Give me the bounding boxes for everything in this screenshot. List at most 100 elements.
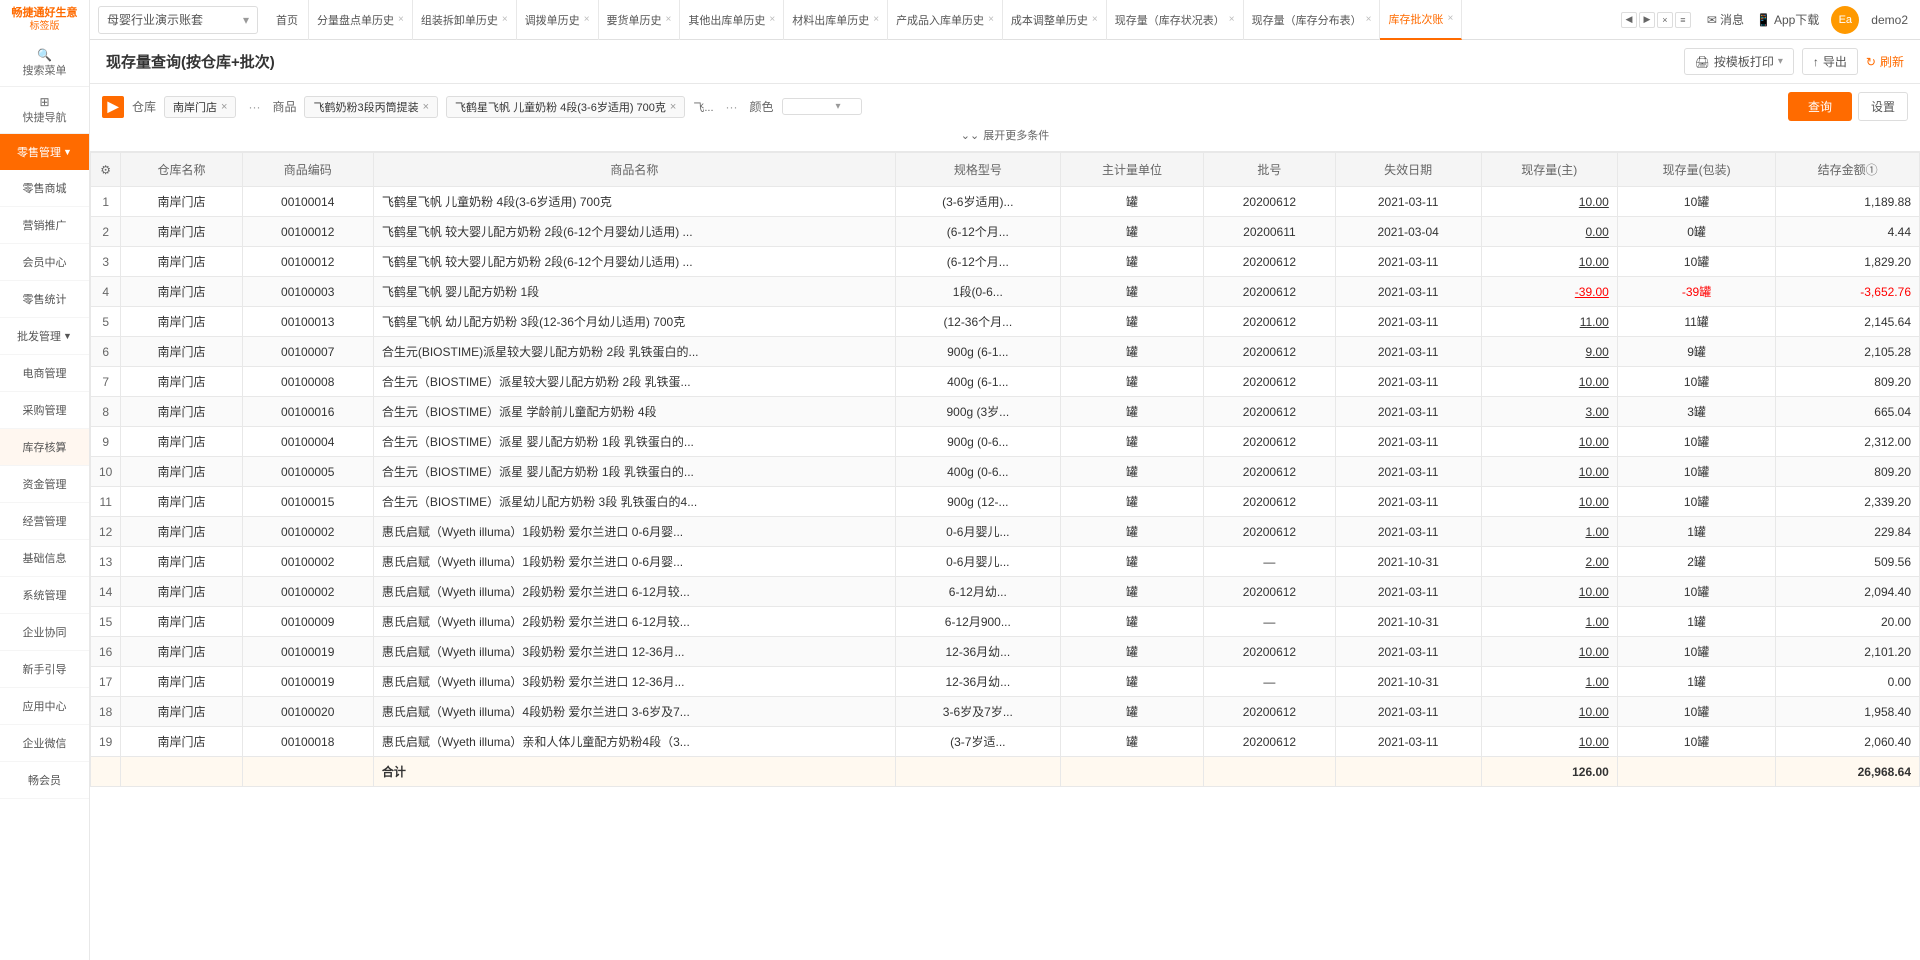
sidebar-item-member2[interactable]: 畅会员 [0,762,89,799]
table-row: 15 南岸门店 00100009 惠氏启赋（Wyeth illuma）2段奶粉 … [91,607,1920,637]
goods-tag-1-text: 飞鹤奶粉3段丙筒提装 [313,99,418,115]
goods-tag-1-close-icon[interactable]: × [423,101,429,113]
col-settings[interactable]: ⚙ [91,153,121,187]
sidebar-item-wholesale[interactable]: 批发管理 ▼ [0,318,89,355]
table-row: 5 南岸门店 00100013 飞鹤星飞帆 幼儿配方奶粉 3段(12-36个月幼… [91,307,1920,337]
print-btn[interactable]: 🖨 按模板打印 ▾ [1684,48,1794,75]
sidebar: 🔍 搜索菜单 ⊞ 快捷导航 零售管理 ▼ 零售商城 营销推广 会员中心 零售统计… [0,40,90,960]
col-unit: 主计量单位 [1060,153,1204,187]
table-row: 9 南岸门店 00100004 合生元（BIOSTIME）派星 婴儿配方奶粉 1… [91,427,1920,457]
sidebar-item-basics[interactable]: 基础信息 [0,540,89,577]
sidebar-item-guide[interactable]: 新手引导 [0,651,89,688]
page-header: 现存量查询(按仓库+批次) 🖨 按模板打印 ▾ ↑ 导出 ↻ 刷新 [90,40,1920,84]
color-select[interactable]: ▾ [782,98,862,115]
app-download-btn[interactable]: 📱 App下载 [1756,11,1819,28]
message-btn[interactable]: ✉ 消息 [1707,11,1744,28]
tab-4[interactable]: 要货单历史 × [599,0,681,40]
color-select-arrow-icon: ▾ [836,101,841,112]
logo-area: 畅捷通好生意 标签版 [0,0,90,40]
sidebar-item-retail-mall[interactable]: 零售商城 [0,170,89,207]
sidebar-item-system[interactable]: 系统管理 [0,577,89,614]
goods-tag-2-close-icon[interactable]: × [670,101,676,113]
tab-close-all-btn[interactable]: × [1657,12,1673,28]
system-label: 系统管理 [23,590,67,602]
table-row: 2 南岸门店 00100012 飞鹤星飞帆 较大婴儿配方奶粉 2段(6-12个月… [91,217,1920,247]
sidebar-item-member[interactable]: 会员中心 [0,244,89,281]
col-expire: 失效日期 [1335,153,1481,187]
sidebar-item-operations[interactable]: 经营管理 [0,503,89,540]
goods-more-icon[interactable]: ··· [722,100,742,114]
sidebar-search[interactable]: 🔍 搜索菜单 [0,40,89,87]
sidebar-quick-nav[interactable]: ⊞ 快捷导航 [0,87,89,134]
marketing-label: 营销推广 [23,220,67,232]
tab-6[interactable]: 材料出库单历史 × [784,0,888,40]
sidebar-item-retail-stats[interactable]: 零售统计 [0,281,89,318]
goods-tag-1[interactable]: 飞鹤奶粉3段丙筒提装 × [304,96,438,118]
basics-label: 基础信息 [23,553,67,565]
refresh-btn[interactable]: ↻ 刷新 [1866,53,1904,70]
settings-col-icon[interactable]: ⚙ [100,163,111,177]
export-icon: ↑ [1813,55,1819,69]
tab-5[interactable]: 其他出库单历史 × [680,0,784,40]
app-icon: 📱 [1756,13,1771,27]
sidebar-item-collab[interactable]: 企业协同 [0,614,89,651]
user-avatar[interactable]: Ea [1831,6,1859,34]
col-amount: 结存金额① [1776,153,1920,187]
table-row: 17 南岸门店 00100019 惠氏启赋（Wyeth illuma）3段奶粉 … [91,667,1920,697]
sidebar-item-retail-mgmt[interactable]: 零售管理 ▼ [0,134,89,170]
sidebar-item-wechat[interactable]: 企业微信 [0,725,89,762]
company-dropdown[interactable]: 母婴行业演示账套 ▾ [98,6,258,34]
tab-home[interactable]: 首页 [266,0,309,40]
sidebar-item-finance[interactable]: 资金管理 [0,466,89,503]
search-button[interactable]: 查询 [1788,92,1852,121]
table-row: 16 南岸门店 00100019 惠氏启赋（Wyeth illuma）3段奶粉 … [91,637,1920,667]
retail-stats-label: 零售统计 [23,294,67,306]
goods-filter-label: 商品 [272,98,296,115]
ecommerce-label: 电商管理 [23,368,67,380]
tab-active[interactable]: 库存批次账 × [1380,0,1462,40]
tab-next-btn[interactable]: ▶ [1639,12,1655,28]
total-amount: 26,968.64 [1776,757,1920,787]
col-name: 商品名称 [373,153,895,187]
table-row: 6 南岸门店 00100007 合生元(BIOSTIME)派星较大婴儿配方奶粉 … [91,337,1920,367]
tab-8[interactable]: 成本调整单历史 × [1003,0,1107,40]
tab-9[interactable]: 现存量（库存状况表） × [1107,0,1244,40]
table-row: 7 南岸门店 00100008 合生元（BIOSTIME）派星较大婴儿配方奶粉 … [91,367,1920,397]
wholesale-label: 批发管理 [17,328,61,344]
filter-toggle-btn[interactable]: ▶ [102,96,124,118]
expand-label: 展开更多条件 [983,127,1049,143]
tab-2[interactable]: 组装拆卸单历史 × [413,0,517,40]
sidebar-item-marketing[interactable]: 营销推广 [0,207,89,244]
expand-more-btn[interactable]: ⌄⌄ 展开更多条件 [102,127,1908,143]
tab-3[interactable]: 调拨单历史 × [517,0,599,40]
wechat-label: 企业微信 [23,738,67,750]
table-row: 3 南岸门店 00100012 飞鹤星飞帆 较大婴儿配方奶粉 2段(6-12个月… [91,247,1920,277]
sidebar-item-inventory[interactable]: 库存核算 [0,429,89,466]
print-dropdown-icon: ▾ [1778,56,1783,67]
username[interactable]: demo2 [1871,13,1908,27]
print-icon: 🖨 [1695,55,1710,69]
col-batch: 批号 [1204,153,1335,187]
sidebar-item-ecommerce[interactable]: 电商管理 [0,355,89,392]
table-row: 14 南岸门店 00100002 惠氏启赋（Wyeth illuma）2段奶粉 … [91,577,1920,607]
tab-menu-btn[interactable]: ≡ [1675,12,1691,28]
export-btn[interactable]: ↑ 导出 [1802,48,1858,75]
sidebar-item-purchase[interactable]: 采购管理 [0,392,89,429]
expand-icon: ⌄⌄ [961,129,979,142]
sidebar-item-app-center[interactable]: 应用中心 [0,688,89,725]
goods-tag-2[interactable]: 飞鹤星飞帆 儿童奶粉 4段(3-6岁适用) 700克 × [446,96,685,118]
tab-7[interactable]: 产成品入库单历史 × [888,0,1003,40]
warehouse-tag[interactable]: 南岸门店 × [164,96,236,118]
table-row: 11 南岸门店 00100015 合生元（BIOSTIME）派星幼儿配方奶粉 3… [91,487,1920,517]
tab-10[interactable]: 现存量（库存分布表） × [1244,0,1381,40]
warehouse-tag-close-icon[interactable]: × [221,101,227,113]
tab-1[interactable]: 分量盘点单历史 × [309,0,413,40]
tab-prev-btn[interactable]: ◀ [1621,12,1637,28]
table-row: 4 南岸门店 00100003 飞鹤星飞帆 婴儿配方奶粉 1段 1段(0-6..… [91,277,1920,307]
goods-tag-2-text: 飞鹤星飞帆 儿童奶粉 4段(3-6岁适用) 700克 [455,99,666,115]
logo-text: 畅捷通好生意 [12,6,78,20]
warehouse-more-icon[interactable]: ··· [244,100,264,114]
col-qty-pack: 现存量(包装) [1617,153,1776,187]
retail-mall-label: 零售商城 [23,183,67,195]
settings-button[interactable]: 设置 [1858,92,1908,121]
